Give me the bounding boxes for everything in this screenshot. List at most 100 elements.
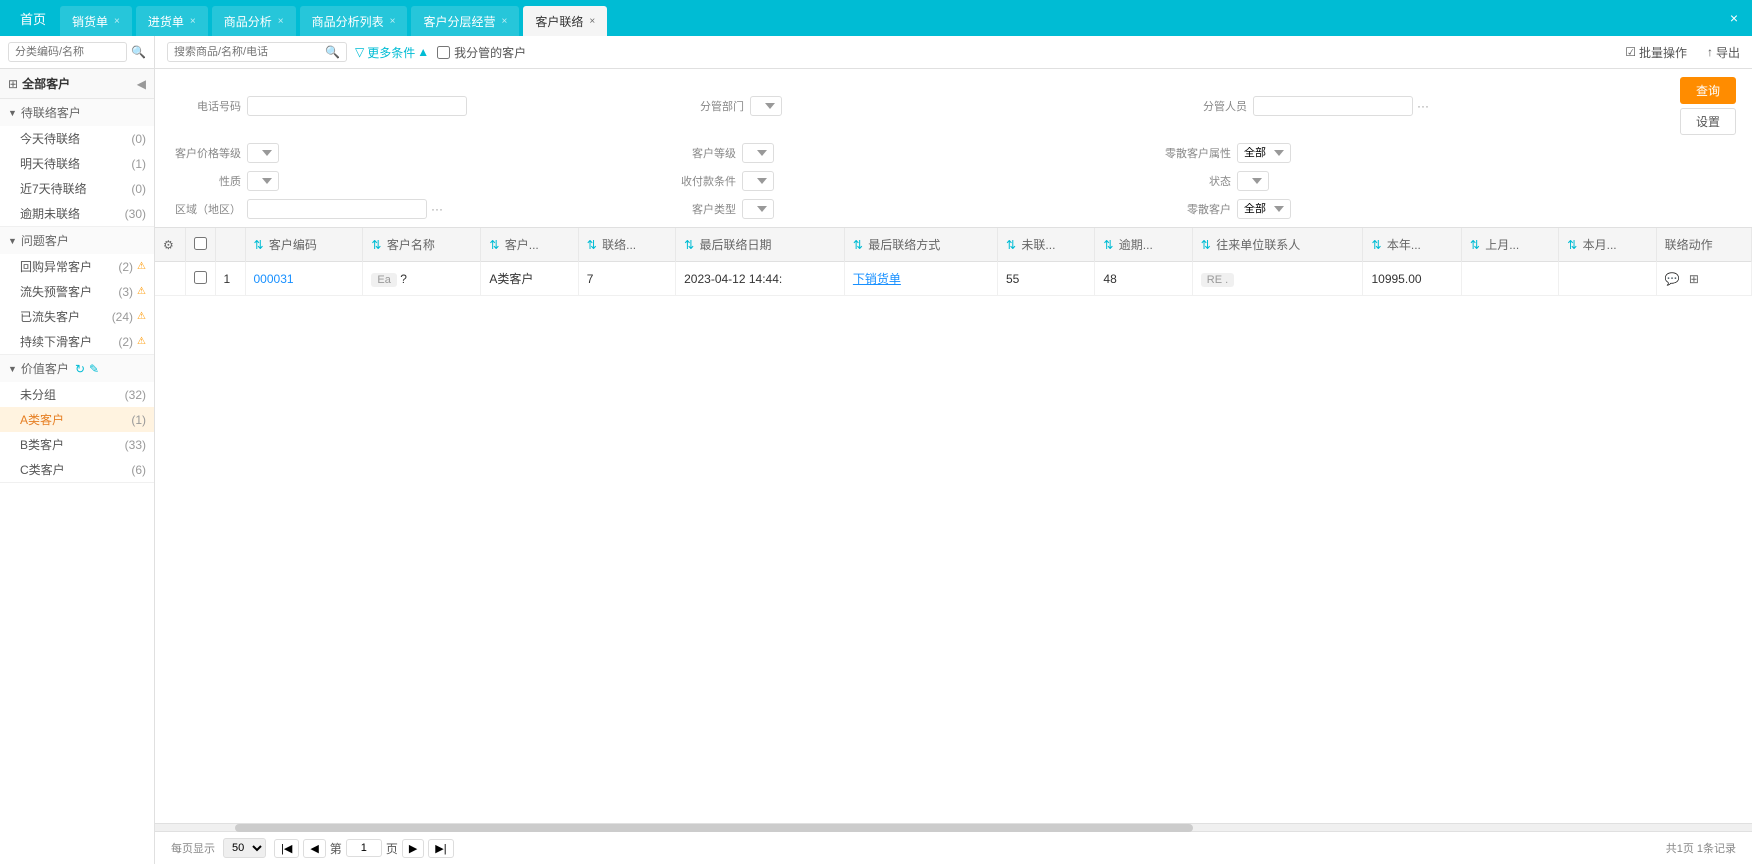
phone-input[interactable] [247, 96, 467, 116]
col-contact[interactable]: ⇅ 联络... [578, 228, 675, 262]
row-name-avatar: Ea [371, 273, 396, 287]
status-select[interactable] [1237, 171, 1269, 191]
tab-sales-close[interactable]: × [114, 16, 120, 27]
problem-customers-label: 问题客户 [21, 232, 69, 249]
tab-customer-tier-close[interactable]: × [501, 16, 507, 27]
col-settings[interactable]: ⚙ [155, 228, 185, 262]
col-level[interactable]: ⇅ 客户... [481, 228, 578, 262]
tab-purchase-close[interactable]: × [190, 16, 196, 27]
setting-button[interactable]: 设置 [1680, 108, 1736, 135]
home-tab[interactable]: 首页 [8, 0, 58, 36]
manager-more-icon[interactable]: ··· [1417, 99, 1429, 113]
table-row: 1 000031 Ea ? A类客户 7 2023-04-12 14:44: 下… [155, 262, 1752, 296]
customer-type-select[interactable] [742, 199, 774, 219]
col-checkbox[interactable] [185, 228, 215, 262]
payment-select[interactable] [742, 171, 774, 191]
grid-action-icon[interactable]: ⊞ [1689, 272, 1699, 286]
col-this-year[interactable]: ⇅ 本年... [1363, 228, 1461, 262]
all-customers-header[interactable]: ⊞ 全部客户 ◀ [0, 69, 154, 99]
next-page-btn[interactable]: ▶ [402, 839, 424, 858]
col-no-contact[interactable]: ⇅ 未联... [998, 228, 1095, 262]
nature-select[interactable] [247, 171, 279, 191]
sidebar-item-7days[interactable]: 近7天待联络 (0) [0, 176, 154, 201]
sidebar-search-input[interactable] [8, 42, 127, 62]
col-company-contact-label: 往来单位联系人 [1216, 238, 1300, 252]
prev-page-btn[interactable]: ◀ [303, 839, 325, 858]
search-icon[interactable]: 🔍 [325, 45, 340, 59]
region-dots-icon[interactable]: ··· [431, 202, 443, 216]
value-customers-section[interactable]: ▼ 价值客户 ↻ ✎ [0, 355, 154, 382]
retail-customer-select[interactable]: 全部 [1237, 199, 1291, 219]
page-size-select[interactable]: 50 [223, 838, 266, 858]
col-code[interactable]: ⇅ 客户编码 [245, 228, 363, 262]
refresh-icon[interactable]: ↻ [75, 362, 85, 376]
col-overdue-label: 逾期... [1119, 238, 1153, 252]
tab-product-list[interactable]: 商品分析列表 × [300, 6, 408, 36]
tab-customer-contact[interactable]: 客户联络 × [523, 6, 607, 36]
tab-product-analysis-close[interactable]: × [278, 16, 284, 27]
row-last-method-cell[interactable]: 下销货单 [844, 262, 997, 296]
sidebar-item-c-class[interactable]: C类客户 (6) [0, 457, 154, 482]
export-btn[interactable]: ↑ 导出 [1707, 44, 1740, 61]
last-page-btn[interactable]: ▶| [428, 839, 453, 858]
price-level-select[interactable] [247, 143, 279, 163]
checkbox-icon: ☑ [1625, 45, 1636, 59]
pending-contact-section[interactable]: ▼ 待联络客户 [0, 99, 154, 126]
select-all-checkbox[interactable] [194, 237, 207, 250]
tomorrow-count: (1) [131, 157, 146, 171]
row-company-contact-cell: RE . [1192, 262, 1363, 296]
scroll-indicator[interactable] [155, 823, 1752, 831]
page-input[interactable] [346, 839, 382, 857]
my-customers-checkbox[interactable] [437, 46, 450, 59]
sidebar: 🔍 ⊞ 全部客户 ◀ ▼ 待联络客户 今天待联络 (0) 明天待联络 (1) 近… [0, 36, 155, 864]
edit-icon[interactable]: ✎ [89, 362, 99, 376]
sidebar-item-b-class[interactable]: B类客户 (33) [0, 432, 154, 457]
tab-customer-contact-label: 客户联络 [535, 13, 583, 30]
customer-level-select[interactable] [742, 143, 774, 163]
sidebar-item-declining[interactable]: 持续下滑客户 (2) ⚠ [0, 329, 154, 354]
sidebar-search-icon[interactable]: 🔍 [131, 45, 146, 59]
sidebar-item-ungrouped[interactable]: 未分组 (32) [0, 382, 154, 407]
page-label: 第 [330, 840, 342, 857]
row-checkbox-cell[interactable] [185, 262, 215, 296]
row-checkbox[interactable] [194, 271, 207, 284]
col-overdue[interactable]: ⇅ 逾期... [1095, 228, 1192, 262]
tab-customer-tier[interactable]: 客户分层经营 × [411, 6, 519, 36]
tab-purchase[interactable]: 进货单 × [136, 6, 208, 36]
col-last-date[interactable]: ⇅ 最后联络日期 [676, 228, 845, 262]
dept-select[interactable] [750, 96, 782, 116]
col-last-month[interactable]: ⇅ 上月... [1461, 228, 1558, 262]
more-filters-btn[interactable]: ▽ 更多条件 ▲ [355, 44, 429, 61]
chat-action-icon[interactable]: 💬 [1665, 272, 1680, 286]
col-action: 联络动作 [1656, 228, 1751, 262]
col-name[interactable]: ⇅ 客户名称 [363, 228, 481, 262]
problem-customers-section[interactable]: ▼ 问题客户 [0, 227, 154, 254]
tab-product-list-close[interactable]: × [390, 16, 396, 27]
sidebar-item-churn-warning[interactable]: 流失预警客户 (3) ⚠ [0, 279, 154, 304]
tab-sales[interactable]: 销货单 × [60, 6, 132, 36]
col-company-contact[interactable]: ⇅ 往来单位联系人 [1192, 228, 1363, 262]
warn2-icon: ⚠ [137, 286, 146, 297]
settings-icon[interactable]: ⚙ [163, 238, 174, 252]
sidebar-item-a-class[interactable]: A类客户 (1) [0, 407, 154, 432]
my-customers-label: 我分管的客户 [454, 44, 526, 61]
my-customers-checkbox-wrap[interactable]: 我分管的客户 [437, 44, 526, 61]
batch-op-btn[interactable]: ☑ 批量操作 [1625, 44, 1687, 61]
query-button[interactable]: 查询 [1680, 77, 1736, 104]
sidebar-item-repurchase[interactable]: 回购异常客户 (2) ⚠ [0, 254, 154, 279]
region-input[interactable] [247, 199, 427, 219]
close-all-button[interactable]: × [1724, 8, 1744, 28]
tab-product-analysis[interactable]: 商品分析 × [212, 6, 296, 36]
col-this-month[interactable]: ⇅ 本月... [1559, 228, 1656, 262]
search-input[interactable] [174, 46, 325, 58]
sidebar-item-tomorrow[interactable]: 明天待联络 (1) [0, 151, 154, 176]
row-code-cell[interactable]: 000031 [245, 262, 363, 296]
sidebar-item-today[interactable]: 今天待联络 (0) [0, 126, 154, 151]
first-page-btn[interactable]: |◀ [274, 839, 299, 858]
sidebar-item-churned[interactable]: 已流失客户 (24) ⚠ [0, 304, 154, 329]
tab-customer-contact-close[interactable]: × [589, 16, 595, 27]
sidebar-item-overdue[interactable]: 逾期未联络 (30) [0, 201, 154, 226]
manager-input[interactable] [1253, 96, 1413, 116]
retail-attr-select[interactable]: 全部 [1237, 143, 1291, 163]
col-last-method[interactable]: ⇅ 最后联络方式 [844, 228, 997, 262]
